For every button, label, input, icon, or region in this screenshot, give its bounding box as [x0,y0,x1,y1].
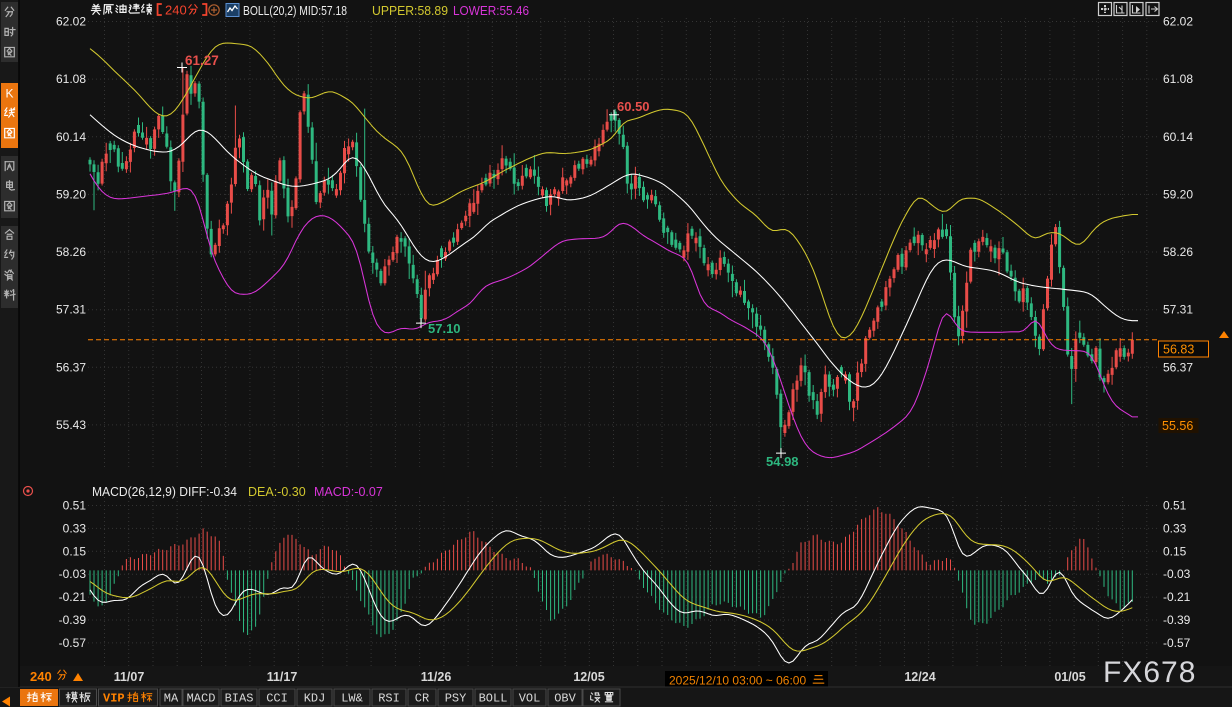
svg-text:0.15: 0.15 [1163,544,1187,558]
svg-text:11/07: 11/07 [114,670,145,684]
svg-text:-0.03: -0.03 [59,567,87,581]
svg-text:61.27: 61.27 [185,53,219,68]
svg-text:12/05: 12/05 [573,670,604,684]
svg-text:-0.39: -0.39 [59,613,87,627]
svg-text:BIAS: BIAS [225,692,254,706]
svg-text:OBV: OBV [554,692,576,706]
svg-text:LOWER:55.46: LOWER:55.46 [453,4,529,18]
svg-text:DEA:-0.30: DEA:-0.30 [248,485,306,499]
svg-text:CCI: CCI [266,692,288,706]
svg-text:BOLL(20,2) MID:57.18: BOLL(20,2) MID:57.18 [243,4,347,18]
svg-text:MACD(26,12,9) DIFF:-0.34: MACD(26,12,9) DIFF:-0.34 [92,485,237,499]
svg-text:240: 240 [30,669,52,684]
svg-text:0.51: 0.51 [63,499,87,513]
svg-text:59.20: 59.20 [56,187,86,201]
svg-text:0.33: 0.33 [63,521,87,535]
svg-text:BOLL: BOLL [479,692,508,706]
svg-text:55.43: 55.43 [56,418,86,432]
svg-text:58.26: 58.26 [1163,245,1193,259]
svg-text:PSY: PSY [445,692,467,706]
svg-text:60.14: 60.14 [1163,130,1193,144]
svg-text:0.51: 0.51 [1163,499,1187,513]
svg-text:RSI: RSI [378,692,400,706]
svg-text:-0.21: -0.21 [59,590,87,604]
svg-text:60.14: 60.14 [56,130,86,144]
svg-text:MACD:-0.07: MACD:-0.07 [314,485,383,499]
svg-text:240: 240 [165,3,187,18]
svg-text:-0.03: -0.03 [1163,567,1191,581]
svg-text:11/17: 11/17 [267,670,298,684]
svg-text:56.37: 56.37 [1163,360,1193,374]
svg-text:-0.39: -0.39 [1163,613,1191,627]
svg-text:61.08: 61.08 [1163,72,1193,86]
svg-text:57.31: 57.31 [1163,303,1193,317]
svg-text:-0.57: -0.57 [1163,636,1191,650]
svg-text:55.56: 55.56 [1162,419,1193,433]
svg-text:LW&: LW& [341,692,363,706]
svg-text:57.31: 57.31 [56,303,86,317]
svg-text:57.10: 57.10 [428,321,461,336]
svg-text:12/24: 12/24 [904,670,935,684]
svg-text:56.83: 56.83 [1163,343,1194,357]
svg-text:KDJ: KDJ [304,692,326,706]
svg-text:11/26: 11/26 [421,670,452,684]
svg-text:MA: MA [164,692,179,706]
svg-text:60.50: 60.50 [617,99,650,114]
svg-text:56.37: 56.37 [56,360,86,374]
svg-text:62.02: 62.02 [1163,15,1193,29]
svg-text:UPPER:58.89: UPPER:58.89 [372,4,448,18]
svg-text:0.33: 0.33 [1163,521,1187,535]
svg-text:-0.21: -0.21 [1163,590,1191,604]
svg-text:62.02: 62.02 [56,15,86,29]
svg-text:58.26: 58.26 [56,245,86,259]
svg-text:MACD: MACD [187,692,216,706]
svg-text:2025/12/10 03:00 ~ 06:00: 2025/12/10 03:00 ~ 06:00 [669,674,806,688]
svg-text:K: K [5,87,13,101]
svg-text:CR: CR [415,692,429,706]
svg-text:VOL: VOL [519,692,541,706]
svg-text:FX678: FX678 [1103,656,1196,689]
svg-text:VIP: VIP [103,692,125,706]
svg-text:-0.57: -0.57 [59,636,87,650]
svg-text:0.15: 0.15 [63,544,87,558]
svg-text:54.98: 54.98 [766,454,799,469]
svg-text:61.08: 61.08 [56,72,86,86]
svg-text:01/05: 01/05 [1054,670,1085,684]
svg-text:59.20: 59.20 [1163,187,1193,201]
